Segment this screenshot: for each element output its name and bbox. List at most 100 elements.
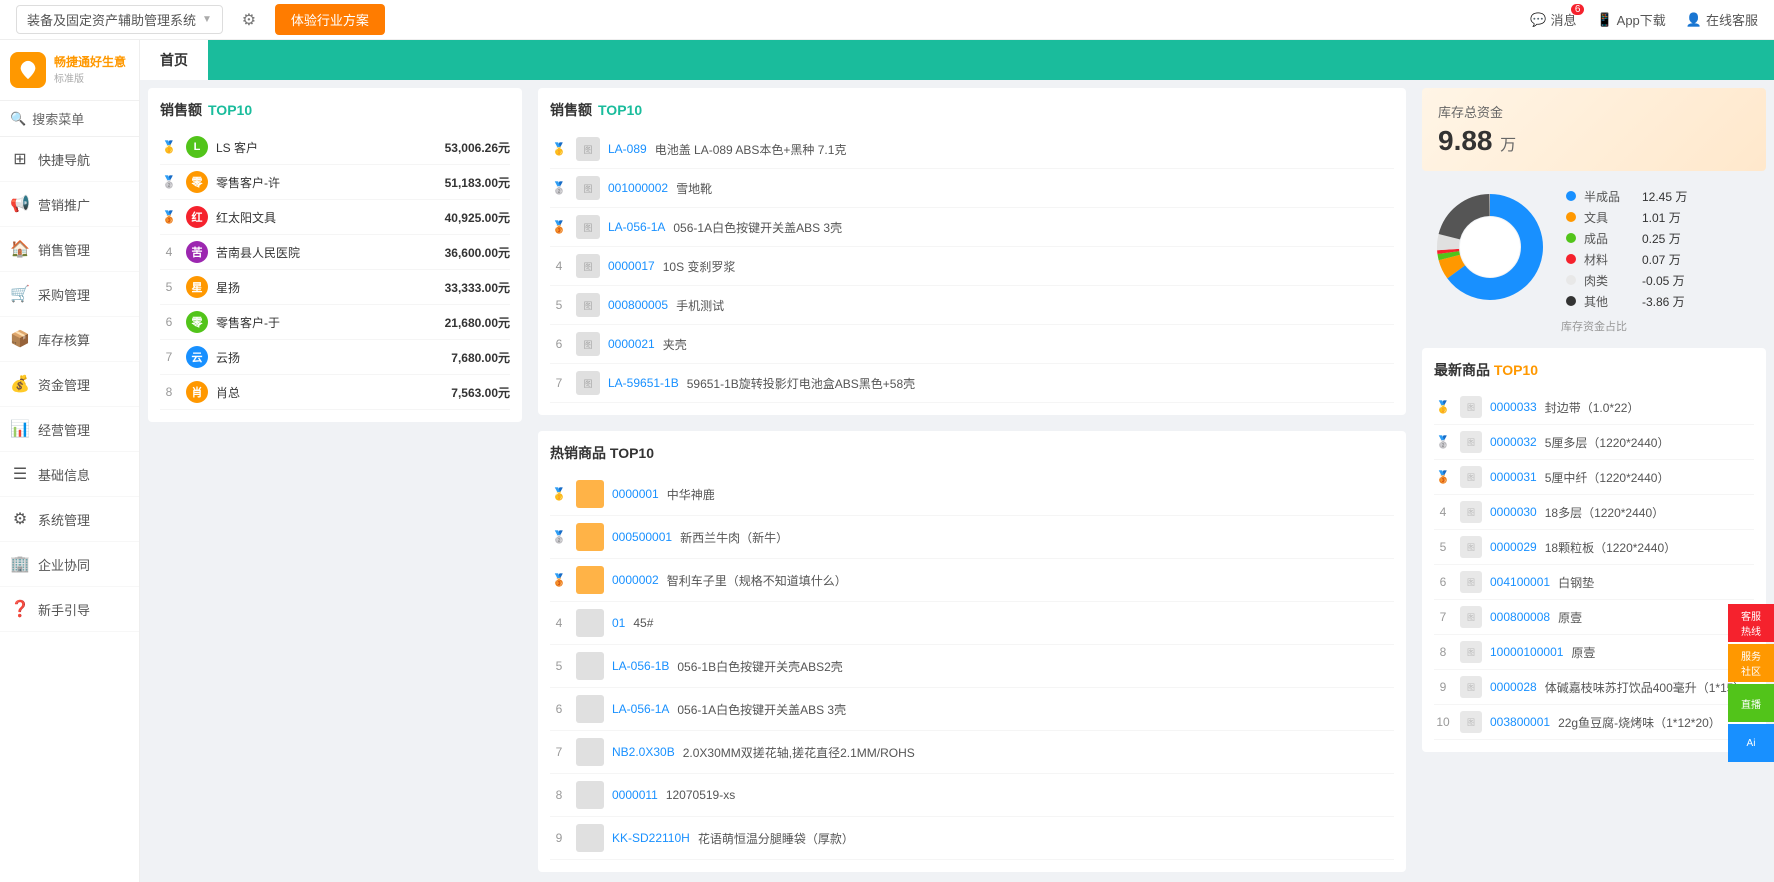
new-product-name: 22g鱼豆腐-烧烤味（1*12*20） <box>1558 714 1754 731</box>
product-name: 45# <box>633 616 1394 630</box>
sidebar-item-quick-nav[interactable]: ⊞快捷导航 <box>0 137 139 182</box>
product-code: 01 <box>612 616 625 630</box>
table-row: 7 云 云扬 7,680.00元 <box>160 340 510 375</box>
legend-value: 0.07 万 <box>1642 251 1681 268</box>
new-products-list: 🥇 图 0000033 封边带（1.0*22） 🥈 图 0000032 5厘多层… <box>1434 390 1754 740</box>
new-product-name: 原壹 <box>1571 644 1754 661</box>
new-product-image: 图 <box>1460 466 1482 488</box>
new-product-code: 10000100001 <box>1490 645 1563 659</box>
list-item: 8 0000011 12070519-xs <box>550 774 1394 817</box>
system-selector[interactable]: 装备及固定资产辅助管理系统 ▼ <box>16 5 223 34</box>
sidebar-logo: 畅捷通好生意 标准版 <box>0 40 139 101</box>
customer-amount: 40,925.00元 <box>445 209 510 226</box>
product-image <box>576 824 604 852</box>
list-item: 4 图 0000017 10S 变刹罗浆 <box>550 247 1394 286</box>
logo-icon <box>10 52 46 88</box>
rank-number: 4 <box>160 245 178 259</box>
customer-ranking-card: 销售额 TOP10 🥇 L LS 客户 53,006.26元 🥈 零 零售客户-… <box>148 88 522 422</box>
customer-name: 云扬 <box>216 349 443 366</box>
product-image: 图 <box>576 137 600 161</box>
legend-item: 文具 1.01 万 <box>1566 209 1687 226</box>
sidebar-search[interactable]: 🔍 搜索菜单 <box>0 101 139 137</box>
new-product-rank: 7 <box>1434 610 1452 624</box>
trial-button[interactable]: 体验行业方案 <box>275 4 385 35</box>
logo-brand: 畅捷通好生意 <box>54 55 126 71</box>
product-name: 10S 变刹罗浆 <box>663 258 1394 275</box>
customer-name: 苦南县人民医院 <box>216 244 437 261</box>
new-product-name: 体碱嘉枝味苏打饮品400毫升（1*15） <box>1545 679 1754 696</box>
sidebar-item-finance[interactable]: 💰资金管理 <box>0 362 139 407</box>
legend-color <box>1566 296 1576 306</box>
product-code: 0000001 <box>612 487 659 501</box>
customer-name: 零售客户-许 <box>216 174 437 191</box>
online-service-button[interactable]: 👤 在线客服 <box>1686 10 1758 29</box>
sidebar-icon-purchase: 🛒 <box>10 284 30 304</box>
sidebar-item-guide[interactable]: ❓新手引导 <box>0 587 139 632</box>
new-product-image: 图 <box>1460 676 1482 698</box>
hot-products-card: 热销商品 TOP10 🥇 0000001 中华神鹿 🥈 000500001 新西… <box>538 431 1406 872</box>
legend-label: 其他 <box>1584 293 1634 310</box>
product-image: 图 <box>576 293 600 317</box>
sidebar-item-purchase[interactable]: 🛒采购管理 <box>0 272 139 317</box>
legend-label: 半成品 <box>1584 188 1634 205</box>
product-code: 000800005 <box>608 298 668 312</box>
sidebar-item-sales[interactable]: 🏠销售管理 <box>0 227 139 272</box>
product-rank: 6 <box>550 702 568 716</box>
cs-extra-button[interactable]: Ai <box>1728 724 1774 762</box>
legend-color <box>1566 254 1576 264</box>
sidebar-label-basic-info: 基础信息 <box>38 465 90 484</box>
product-code: KK-SD22110H <box>612 831 690 845</box>
product-image <box>576 695 604 723</box>
cs-live-button[interactable]: 直播 <box>1728 684 1774 722</box>
sidebar-item-enterprise[interactable]: 🏢企业协同 <box>0 542 139 587</box>
product-name: 2.0X30MM双搓花轴,搓花直径2.1MM/ROHS <box>683 744 1394 761</box>
new-product-name: 白钢垫 <box>1558 574 1754 591</box>
settings-icon[interactable]: ⚙ <box>235 6 263 34</box>
product-code: 001000002 <box>608 181 668 195</box>
new-product-rank: 6 <box>1434 575 1452 589</box>
cs-community-button[interactable]: 服务社区 <box>1728 644 1774 682</box>
sidebar-item-marketing[interactable]: 📢营销推广 <box>0 182 139 227</box>
legend-item: 半成品 12.45 万 <box>1566 188 1687 205</box>
list-item: 🥉 0000002 智利车子里（规格不知道填什么） <box>550 559 1394 602</box>
new-product-rank: 🥇 <box>1434 400 1452 414</box>
rank-number: 6 <box>160 315 178 329</box>
message-button[interactable]: 💬 消息 6 <box>1530 10 1576 29</box>
table-row: 8 肖 肖总 7,563.00元 <box>160 375 510 410</box>
legend-color <box>1566 191 1576 201</box>
product-rank: 🥇 <box>550 487 568 501</box>
sidebar-item-operations[interactable]: 📊经营管理 <box>0 407 139 452</box>
product-image <box>576 566 604 594</box>
table-row: 4 苦 苦南县人民医院 36,600.00元 <box>160 235 510 270</box>
product-image: 图 <box>576 254 600 278</box>
cs-hotline-button[interactable]: 客服热线 <box>1728 604 1774 642</box>
new-product-code: 000800008 <box>1490 610 1550 624</box>
list-item: 🥇 图 0000033 封边带（1.0*22） <box>1434 390 1754 425</box>
sidebar-icon-basic-info: ☰ <box>10 464 30 484</box>
donut-chart <box>1430 187 1550 310</box>
sidebar-item-inventory[interactable]: 📦库存核算 <box>0 317 139 362</box>
product-image: 图 <box>576 176 600 200</box>
customer-amount: 53,006.26元 <box>445 139 510 156</box>
sidebar-icon-enterprise: 🏢 <box>10 554 30 574</box>
sidebar-label-operations: 经营管理 <box>38 420 90 439</box>
product-rank: 🥉 <box>550 220 568 234</box>
legend-color <box>1566 275 1576 285</box>
new-product-name: 5厘中纤（1220*2440） <box>1545 469 1754 486</box>
avatar: 红 <box>186 206 208 228</box>
app-download-button[interactable]: 📱 App下载 <box>1596 10 1665 29</box>
new-products-card: 最新商品 TOP10 🥇 图 0000033 封边带（1.0*22） 🥈 图 0… <box>1422 348 1766 752</box>
legend-value: 0.25 万 <box>1642 230 1681 247</box>
product-code: 0000011 <box>612 788 658 802</box>
sidebar-item-basic-info[interactable]: ☰ 基础信息 <box>0 452 139 497</box>
new-product-code: 0000028 <box>1490 680 1537 694</box>
list-item: 🥈 000500001 新西兰牛肉（新牛） <box>550 516 1394 559</box>
sidebar-label-finance: 资金管理 <box>38 375 90 394</box>
new-product-image: 图 <box>1460 711 1482 733</box>
tab-home[interactable]: 首页 <box>140 40 208 80</box>
dashboard-right: 库存总资金 9.88 万 <box>1414 80 1774 882</box>
customer-amount: 51,183.00元 <box>445 174 510 191</box>
sidebar-item-system[interactable]: ⚙系统管理 <box>0 497 139 542</box>
customer-name: 肖总 <box>216 384 443 401</box>
app-icon: 📱 <box>1596 12 1612 28</box>
